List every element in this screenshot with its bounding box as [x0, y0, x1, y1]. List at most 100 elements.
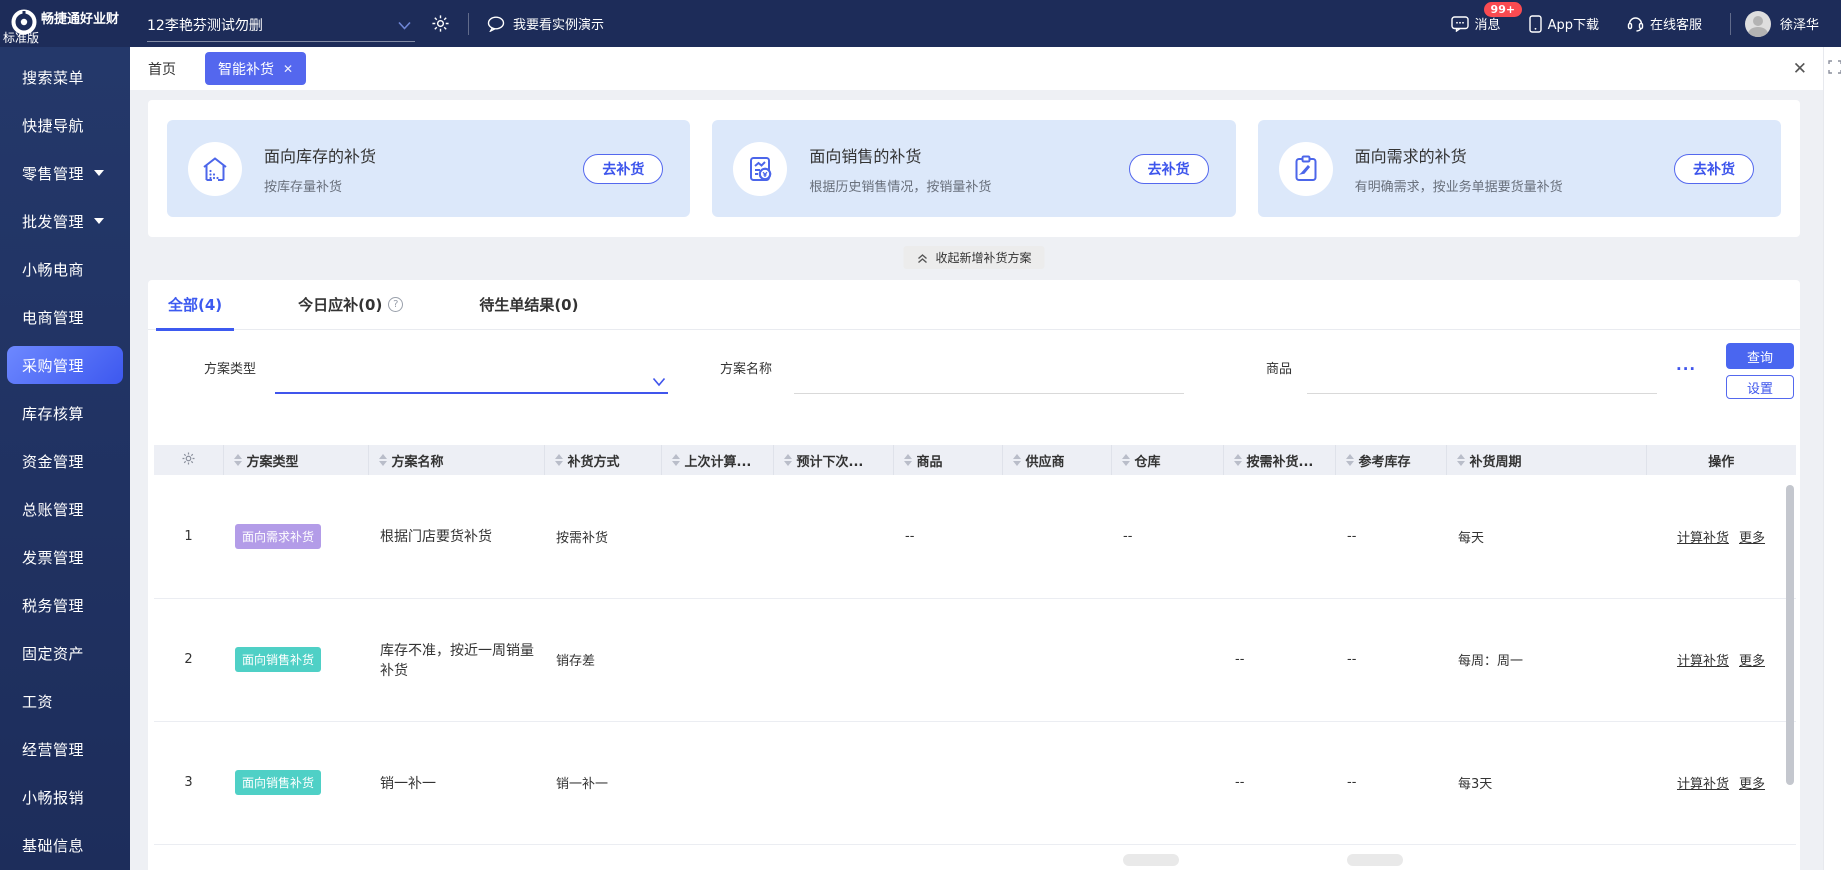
product-input[interactable]	[1307, 370, 1657, 394]
tab-home[interactable]: 首页	[148, 59, 176, 79]
sort-icon[interactable]	[1233, 454, 1242, 466]
more-link[interactable]: 更多	[1739, 654, 1765, 669]
help-icon[interactable]: ?	[388, 297, 404, 312]
plans-panel: 全部(4) 今日应补(0) ? 待生单结果(0) 方案类型 方案名称 商品 ..…	[148, 280, 1800, 870]
product-cell	[893, 721, 1002, 845]
sidebar-item-quick-nav[interactable]: 快捷导航	[0, 101, 130, 149]
col-demand[interactable]: 按需补货...	[1223, 445, 1336, 475]
demo-link[interactable]: 我要看实例演示	[487, 14, 604, 33]
col-plan-type[interactable]: 方案类型	[223, 445, 369, 475]
supplier-cell	[1002, 475, 1111, 599]
product-cell: --	[893, 475, 1002, 599]
ref-stock-cell: --	[1335, 721, 1446, 845]
plan-type-select[interactable]	[275, 370, 668, 394]
sidebar-item-tax[interactable]: 税务管理	[0, 581, 130, 629]
messages-button[interactable]: 消息 99+	[1450, 2, 1523, 33]
close-icon[interactable]: ✕	[1793, 59, 1807, 79]
col-next-calc[interactable]: 预计下次...	[773, 445, 894, 475]
sort-icon[interactable]	[1456, 454, 1465, 466]
tab-close-icon[interactable]: ✕	[283, 62, 293, 76]
sidebar-item-payroll[interactable]: 工资	[0, 677, 130, 725]
replenishment-cards-panel: 面向库存的补货 按库存量补货 去补货 面向销售的补货 根据历史销售情况，按销量补…	[148, 100, 1800, 237]
sort-icon[interactable]	[671, 454, 680, 466]
app-download-button[interactable]: App下载	[1528, 14, 1599, 33]
tab-pending-orders[interactable]: 待生单结果(0)	[479, 280, 578, 330]
tab-all[interactable]: 全部(4)	[155, 280, 235, 331]
demand-order-icon	[1278, 141, 1333, 196]
col-supplier[interactable]: 供应商	[1002, 445, 1112, 475]
cycle-cell: 每3天	[1446, 721, 1646, 845]
sidebar-item-general-ledger[interactable]: 总账管理	[0, 485, 130, 533]
more-filters-button[interactable]: ...	[1676, 356, 1696, 374]
sidebar-item-retail[interactable]: 零售管理	[0, 149, 130, 197]
calc-replenish-link[interactable]: 计算补货	[1677, 531, 1729, 546]
sidebar-item-purchasing[interactable]: 采购管理	[0, 341, 130, 389]
sort-icon[interactable]	[554, 454, 563, 466]
go-replenish-button[interactable]: 去补货	[1128, 153, 1209, 184]
online-service-label: 在线客服	[1649, 18, 1702, 33]
sort-icon[interactable]	[783, 454, 792, 466]
plan-type-badge: 面向销售补货	[235, 647, 322, 672]
brand-block: 畅捷通好业财 标准版	[0, 0, 130, 47]
sidebar-item-ecommerce[interactable]: 电商管理	[0, 293, 130, 341]
more-link[interactable]: 更多	[1739, 531, 1765, 546]
sidebar-item-xiaochang-ecom[interactable]: 小畅电商	[0, 245, 130, 293]
collapse-new-plan-bar[interactable]: 收起新增补货方案	[903, 246, 1045, 269]
tab-due-today[interactable]: 今日应补(0) ?	[298, 280, 404, 330]
gear-icon[interactable]	[431, 14, 450, 33]
sidebar-item-search-menu[interactable]: 搜索菜单	[0, 53, 130, 101]
plans-table: 方案类型 方案名称 补货方式 上次计算... 预计下次... 商品 供应商 仓库…	[154, 445, 1796, 868]
col-last-calc[interactable]: 上次计算...	[661, 445, 774, 475]
cycle-cell: 每周：周一	[1446, 598, 1646, 722]
user-menu[interactable]: 徐泽华	[1744, 10, 1819, 37]
column-settings-gear-icon[interactable]	[154, 445, 224, 475]
sidebar-nav: 搜索菜单 快捷导航 零售管理 批发管理 小畅电商 电商管理 采购管理 库存核算 …	[0, 47, 130, 870]
sidebar-item-fixed-assets[interactable]: 固定资产	[0, 629, 130, 677]
sort-icon[interactable]	[233, 454, 242, 466]
more-link[interactable]: 更多	[1739, 777, 1765, 792]
tab-smart-replenishment[interactable]: 智能补货 ✕	[205, 52, 307, 85]
vertical-scrollbar[interactable]	[1786, 485, 1794, 785]
chevron-down-icon	[398, 21, 411, 30]
username: 徐泽华	[1779, 18, 1819, 33]
ref-stock-cell: --	[1335, 598, 1446, 722]
sidebar-item-operations[interactable]: 经营管理	[0, 725, 130, 773]
sort-icon[interactable]	[1345, 454, 1354, 466]
expand-icon[interactable]	[1828, 59, 1841, 78]
sort-icon[interactable]	[378, 454, 387, 466]
method-cell: 销存差	[544, 598, 661, 722]
sidebar-item-wholesale[interactable]: 批发管理	[0, 197, 130, 245]
method-cell: 按需补货	[544, 475, 661, 599]
online-service-button[interactable]: 在线客服	[1627, 14, 1702, 33]
settings-button[interactable]: 设置	[1726, 375, 1794, 399]
go-replenish-button[interactable]: 去补货	[583, 153, 664, 184]
chevron-down-icon	[652, 372, 666, 391]
sort-icon[interactable]	[903, 454, 912, 466]
sidebar-item-invoices[interactable]: 发票管理	[0, 533, 130, 581]
col-product[interactable]: 商品	[893, 445, 1003, 475]
demo-link-label: 我要看实例演示	[513, 18, 605, 33]
col-plan-name[interactable]: 方案名称	[368, 445, 545, 475]
warehouse-icon	[188, 141, 242, 196]
filter-row: 方案类型 方案名称 商品 ... 查询 设置	[148, 330, 1800, 420]
sidebar-item-basic-info[interactable]: 基础信息	[0, 821, 130, 869]
sidebar-item-expense[interactable]: 小畅报销	[0, 773, 130, 821]
headset-icon	[1627, 15, 1644, 32]
right-collapsed-panel[interactable]	[1823, 47, 1841, 870]
go-replenish-button[interactable]: 去补货	[1673, 153, 1754, 184]
col-warehouse[interactable]: 仓库	[1111, 445, 1224, 475]
calc-replenish-link[interactable]: 计算补货	[1677, 777, 1729, 792]
workspace-selector[interactable]: 12李艳芬测试勿删	[147, 10, 415, 42]
calc-replenish-link[interactable]: 计算补货	[1677, 654, 1729, 669]
sort-icon[interactable]	[1012, 454, 1021, 466]
col-cycle[interactable]: 补货周期	[1446, 445, 1647, 475]
sidebar-item-funds[interactable]: 资金管理	[0, 437, 130, 485]
plan-name-label: 方案名称	[720, 362, 773, 377]
plan-name-input[interactable]	[794, 370, 1184, 394]
col-ref-stock[interactable]: 参考库存	[1335, 445, 1447, 475]
sidebar-item-inventory-accounting[interactable]: 库存核算	[0, 389, 130, 437]
query-button[interactable]: 查询	[1726, 343, 1794, 369]
sort-icon[interactable]	[1121, 454, 1130, 466]
col-method[interactable]: 补货方式	[544, 445, 662, 475]
message-bubble-icon	[1450, 15, 1469, 32]
